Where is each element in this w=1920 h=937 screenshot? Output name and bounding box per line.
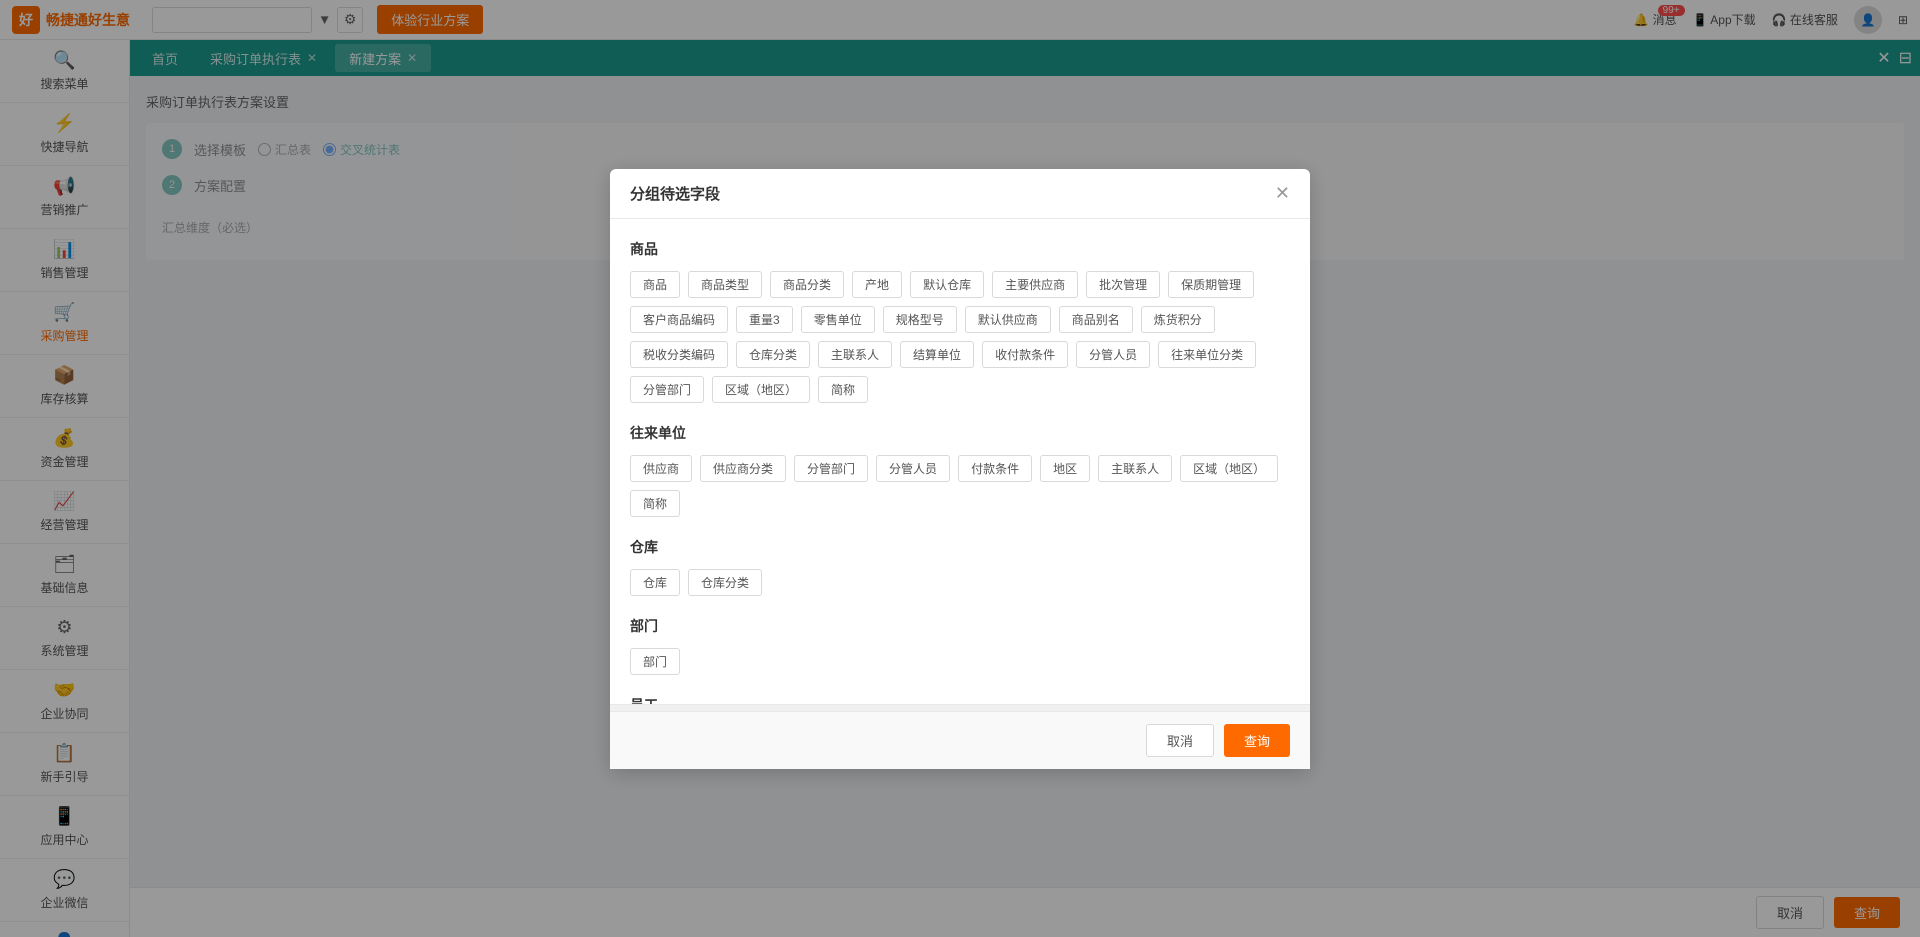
field-tags-department: 部门 — [630, 648, 1290, 675]
field-tag-partner-6[interactable]: 主联系人 — [1098, 455, 1172, 482]
field-tag-product-2[interactable]: 商品分类 — [770, 271, 844, 298]
field-tag-product-4[interactable]: 默认仓库 — [910, 271, 984, 298]
field-tag-department-0[interactable]: 部门 — [630, 648, 680, 675]
field-tag-product-22[interactable]: 分管部门 — [630, 376, 704, 403]
field-tag-product-21[interactable]: 往来单位分类 — [1158, 341, 1256, 368]
field-tag-partner-8[interactable]: 简称 — [630, 490, 680, 517]
field-tag-partner-4[interactable]: 付款条件 — [958, 455, 1032, 482]
field-tags-partner: 供应商供应商分类分管部门分管人员付款条件地区主联系人区域（地区） 简称 — [630, 455, 1290, 517]
modal-body[interactable]: 商品商品商品类型商品分类产地默认仓库主要供应商批次管理保质期管理客户商品编码重量… — [610, 219, 1310, 705]
field-tag-product-8[interactable]: 客户商品编码 — [630, 306, 728, 333]
field-tag-product-6[interactable]: 批次管理 — [1086, 271, 1160, 298]
modal-overlay: 分组待选字段 ✕ 商品商品商品类型商品分类产地默认仓库主要供应商批次管理保质期管… — [0, 0, 1920, 937]
modal-confirm-button[interactable]: 查询 — [1224, 724, 1290, 757]
section-title-employee: 员工 — [630, 695, 1290, 705]
modal-close-button[interactable]: ✕ — [1275, 184, 1290, 202]
modal-title: 分组待选字段 — [630, 183, 720, 204]
field-tag-partner-1[interactable]: 供应商分类 — [700, 455, 786, 482]
field-tag-partner-5[interactable]: 地区 — [1040, 455, 1090, 482]
field-tag-product-24[interactable]: 简称 — [818, 376, 868, 403]
field-tags-warehouse: 仓库仓库分类 — [630, 569, 1290, 596]
field-tag-product-13[interactable]: 商品别名 — [1059, 306, 1133, 333]
field-tag-product-17[interactable]: 主联系人 — [818, 341, 892, 368]
field-tag-partner-3[interactable]: 分管人员 — [876, 455, 950, 482]
field-select-modal: 分组待选字段 ✕ 商品商品商品类型商品分类产地默认仓库主要供应商批次管理保质期管… — [610, 169, 1310, 769]
field-tag-partner-7[interactable]: 区域（地区） — [1180, 455, 1278, 482]
field-tag-product-9[interactable]: 重量3 — [736, 306, 793, 333]
section-title-product: 商品 — [630, 239, 1290, 259]
section-title-partner: 往来单位 — [630, 423, 1290, 443]
field-tag-partner-2[interactable]: 分管部门 — [794, 455, 868, 482]
section-title-warehouse: 仓库 — [630, 537, 1290, 557]
field-tag-product-15[interactable]: 税收分类编码 — [630, 341, 728, 368]
field-tag-product-5[interactable]: 主要供应商 — [992, 271, 1078, 298]
field-tag-product-19[interactable]: 收付款条件 — [982, 341, 1068, 368]
field-tag-product-12[interactable]: 默认供应商 — [965, 306, 1051, 333]
modal-cancel-button[interactable]: 取消 — [1146, 724, 1214, 757]
field-tag-product-3[interactable]: 产地 — [852, 271, 902, 298]
field-tag-product-18[interactable]: 结算单位 — [900, 341, 974, 368]
field-tag-warehouse-1[interactable]: 仓库分类 — [688, 569, 762, 596]
field-tag-product-20[interactable]: 分管人员 — [1076, 341, 1150, 368]
modal-footer: 取消 查询 — [610, 711, 1310, 769]
modal-header: 分组待选字段 ✕ — [610, 169, 1310, 219]
field-tag-product-7[interactable]: 保质期管理 — [1168, 271, 1254, 298]
field-tag-product-14[interactable]: 炼货积分 — [1141, 306, 1215, 333]
section-title-department: 部门 — [630, 616, 1290, 636]
field-tag-product-11[interactable]: 规格型号 — [883, 306, 957, 333]
field-tags-product: 商品商品类型商品分类产地默认仓库主要供应商批次管理保质期管理客户商品编码重量3 零… — [630, 271, 1290, 403]
field-tag-product-1[interactable]: 商品类型 — [688, 271, 762, 298]
field-tag-product-10[interactable]: 零售单位 — [801, 306, 875, 333]
field-tag-product-16[interactable]: 仓库分类 — [736, 341, 810, 368]
field-tag-warehouse-0[interactable]: 仓库 — [630, 569, 680, 596]
field-tag-product-0[interactable]: 商品 — [630, 271, 680, 298]
field-tag-product-23[interactable]: 区域（地区） — [712, 376, 810, 403]
field-tag-partner-0[interactable]: 供应商 — [630, 455, 692, 482]
